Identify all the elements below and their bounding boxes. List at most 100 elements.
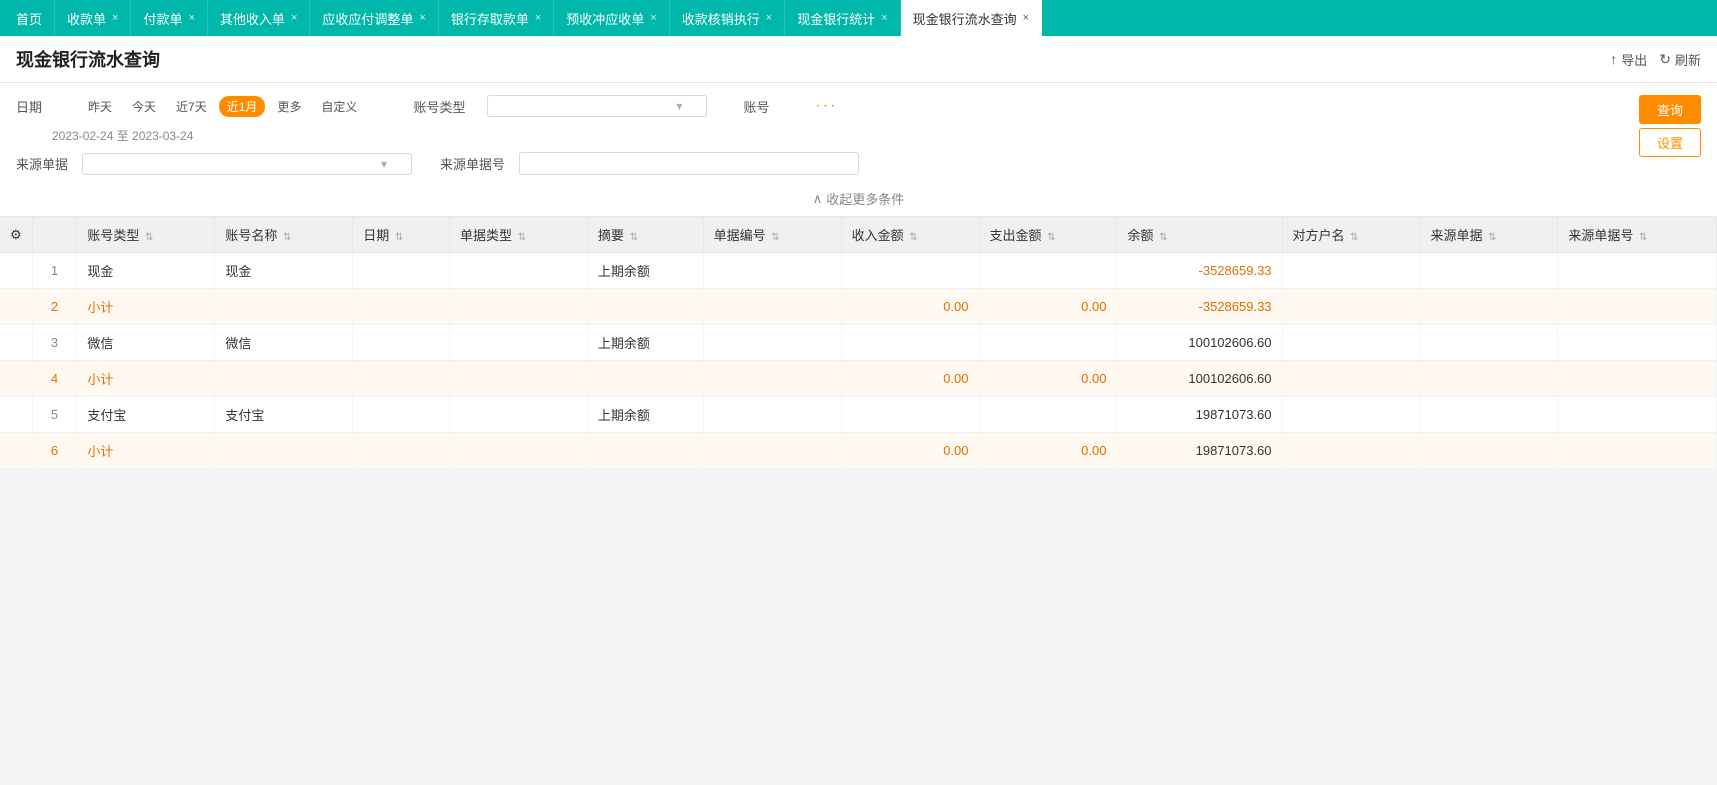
row-account-type: 小计 xyxy=(77,361,215,397)
row-expense xyxy=(979,397,1117,433)
row-balance: 100102606.60 xyxy=(1117,361,1282,397)
row-doc-type xyxy=(449,361,587,397)
date-opt-1month[interactable]: 近1月 xyxy=(219,96,266,117)
date-opt-more[interactable]: 更多 xyxy=(269,96,309,117)
doc-no-column-header[interactable]: 单据编号 ⇅ xyxy=(703,217,841,253)
date-opt-custom[interactable]: 自定义 xyxy=(313,96,365,117)
sort-icon: ⇅ xyxy=(518,232,526,243)
close-icon[interactable]: × xyxy=(112,12,118,24)
row-account-type: 现金 xyxy=(77,253,215,289)
row-expense: 0.00 xyxy=(979,361,1117,397)
right-buttons: 查询 设置 xyxy=(1639,95,1701,157)
row-date xyxy=(353,289,450,325)
nav-home[interactable]: 首页 xyxy=(4,0,55,36)
row-balance: 19871073.60 xyxy=(1117,433,1282,469)
counterpart-column-header[interactable]: 对方户名 ⇅ xyxy=(1282,217,1420,253)
row-doc-no xyxy=(703,325,841,361)
row-number: 1 xyxy=(32,253,77,289)
summary-column-header[interactable]: 摘要 ⇅ xyxy=(587,217,703,253)
account-type-column-header[interactable]: 账号类型 ⇅ xyxy=(77,217,215,253)
close-icon[interactable]: × xyxy=(766,12,772,24)
account-name-column-header[interactable]: 账号名称 ⇅ xyxy=(215,217,353,253)
gear-icon[interactable]: ⚙ xyxy=(10,227,22,242)
expense-column-header[interactable]: 支出金额 ⇅ xyxy=(979,217,1117,253)
table-row: 4 小计 0.00 0.00 100102606.60 xyxy=(0,361,1717,397)
row-doc-no xyxy=(703,397,841,433)
nav-tab-other-income[interactable]: 其他收入单 × xyxy=(208,0,310,36)
row-number: 4 xyxy=(32,361,77,397)
date-range-display: 2023-02-24 至 2023-03-24 xyxy=(52,129,193,143)
close-icon[interactable]: × xyxy=(291,12,297,24)
row-account-name xyxy=(215,361,353,397)
row-doc-type xyxy=(449,325,587,361)
export-button[interactable]: ↑ 导出 xyxy=(1610,50,1647,69)
main-table: ⚙ 账号类型 ⇅ 账号名称 ⇅ 日期 ⇅ 单据类型 ⇅ xyxy=(0,217,1717,469)
nav-tab-cash-flow[interactable]: 现金银行流水查询 × xyxy=(901,0,1042,36)
page-title: 现金银行流水查询 xyxy=(16,46,160,72)
date-opt-yesterday[interactable]: 昨天 xyxy=(80,96,120,117)
account-type-label: 账号类型 xyxy=(413,97,465,116)
date-column-header[interactable]: 日期 ⇅ xyxy=(353,217,450,253)
row-income: 0.00 xyxy=(841,289,979,325)
row-summary: 上期余额 xyxy=(587,253,703,289)
row-source-doc xyxy=(1420,253,1558,289)
row-counterpart xyxy=(1282,325,1420,361)
sort-icon: ⇅ xyxy=(1159,232,1167,243)
sort-icon: ⇅ xyxy=(283,232,291,243)
row-counterpart xyxy=(1282,253,1420,289)
nav-tab-adjustment[interactable]: 应收应付调整单 × xyxy=(310,0,438,36)
income-column-header[interactable]: 收入金额 ⇅ xyxy=(841,217,979,253)
close-icon[interactable]: × xyxy=(188,12,194,24)
close-icon[interactable]: × xyxy=(419,12,425,24)
balance-column-header[interactable]: 余额 ⇅ xyxy=(1117,217,1282,253)
table-row: 6 小计 0.00 0.00 19871073.60 xyxy=(0,433,1717,469)
table-header-row: ⚙ 账号类型 ⇅ 账号名称 ⇅ 日期 ⇅ 单据类型 ⇅ xyxy=(0,217,1717,253)
row-date xyxy=(353,361,450,397)
refresh-button[interactable]: ↻ 刷新 xyxy=(1659,50,1701,69)
date-opt-7days[interactable]: 近7天 xyxy=(168,96,215,117)
nav-tab-bank-deposit[interactable]: 银行存取款单 × xyxy=(439,0,554,36)
chevron-down-icon: ▾ xyxy=(381,157,387,171)
sort-icon: ⇅ xyxy=(145,232,153,243)
sort-icon: ⇅ xyxy=(771,232,779,243)
table-row: 1 现金 现金 上期余额 -3528659.33 xyxy=(0,253,1717,289)
close-icon[interactable]: × xyxy=(650,12,656,24)
row-source-doc-no xyxy=(1558,433,1717,469)
collapse-icon: ∧ xyxy=(813,191,823,207)
sort-icon: ⇅ xyxy=(1350,232,1358,243)
row-summary: 上期余额 xyxy=(587,325,703,361)
settings-button[interactable]: 设置 xyxy=(1639,128,1701,157)
row-number: 2 xyxy=(32,289,77,325)
nav-tab-prepay[interactable]: 预收冲应收单 × xyxy=(554,0,669,36)
doc-type-column-header[interactable]: 单据类型 ⇅ xyxy=(449,217,587,253)
row-source-doc-no xyxy=(1558,325,1717,361)
row-expense xyxy=(979,253,1117,289)
nav-tab-collection-exec[interactable]: 收款核销执行 × xyxy=(670,0,785,36)
refresh-icon: ↻ xyxy=(1659,51,1671,68)
row-counterpart xyxy=(1282,361,1420,397)
row-balance: -3528659.33 xyxy=(1117,253,1282,289)
search-button[interactable]: 查询 xyxy=(1639,95,1701,124)
source-doc-column-header[interactable]: 来源单据 ⇅ xyxy=(1420,217,1558,253)
nav-tab-shoukuandan[interactable]: 收款单 × xyxy=(55,0,131,36)
account-dots-button[interactable]: ··· xyxy=(815,97,837,115)
sort-icon: ⇅ xyxy=(1639,232,1647,243)
source-doc-select[interactable]: ▾ xyxy=(82,153,412,175)
close-icon[interactable]: × xyxy=(1023,12,1029,24)
source-doc-no-column-header[interactable]: 来源单据号 ⇅ xyxy=(1558,217,1717,253)
row-income xyxy=(841,325,979,361)
row-source-doc-no xyxy=(1558,253,1717,289)
close-icon[interactable]: × xyxy=(881,12,887,24)
row-source-doc xyxy=(1420,361,1558,397)
close-icon[interactable]: × xyxy=(535,12,541,24)
date-opt-today[interactable]: 今天 xyxy=(124,96,164,117)
collapse-bar[interactable]: ∧ 收起更多条件 xyxy=(16,189,1701,208)
row-source-doc xyxy=(1420,433,1558,469)
source-doc-no-input[interactable] xyxy=(519,152,859,175)
nav-tab-cash-stats[interactable]: 现金银行统计 × xyxy=(785,0,900,36)
nav-tab-fukuandan[interactable]: 付款单 × xyxy=(131,0,207,36)
row-number: 6 xyxy=(32,433,77,469)
account-type-select[interactable]: ▾ xyxy=(487,95,707,117)
top-nav: 首页 收款单 × 付款单 × 其他收入单 × 应收应付调整单 × 银行存取款单 … xyxy=(0,0,1717,36)
gear-column-header[interactable]: ⚙ xyxy=(0,217,32,253)
